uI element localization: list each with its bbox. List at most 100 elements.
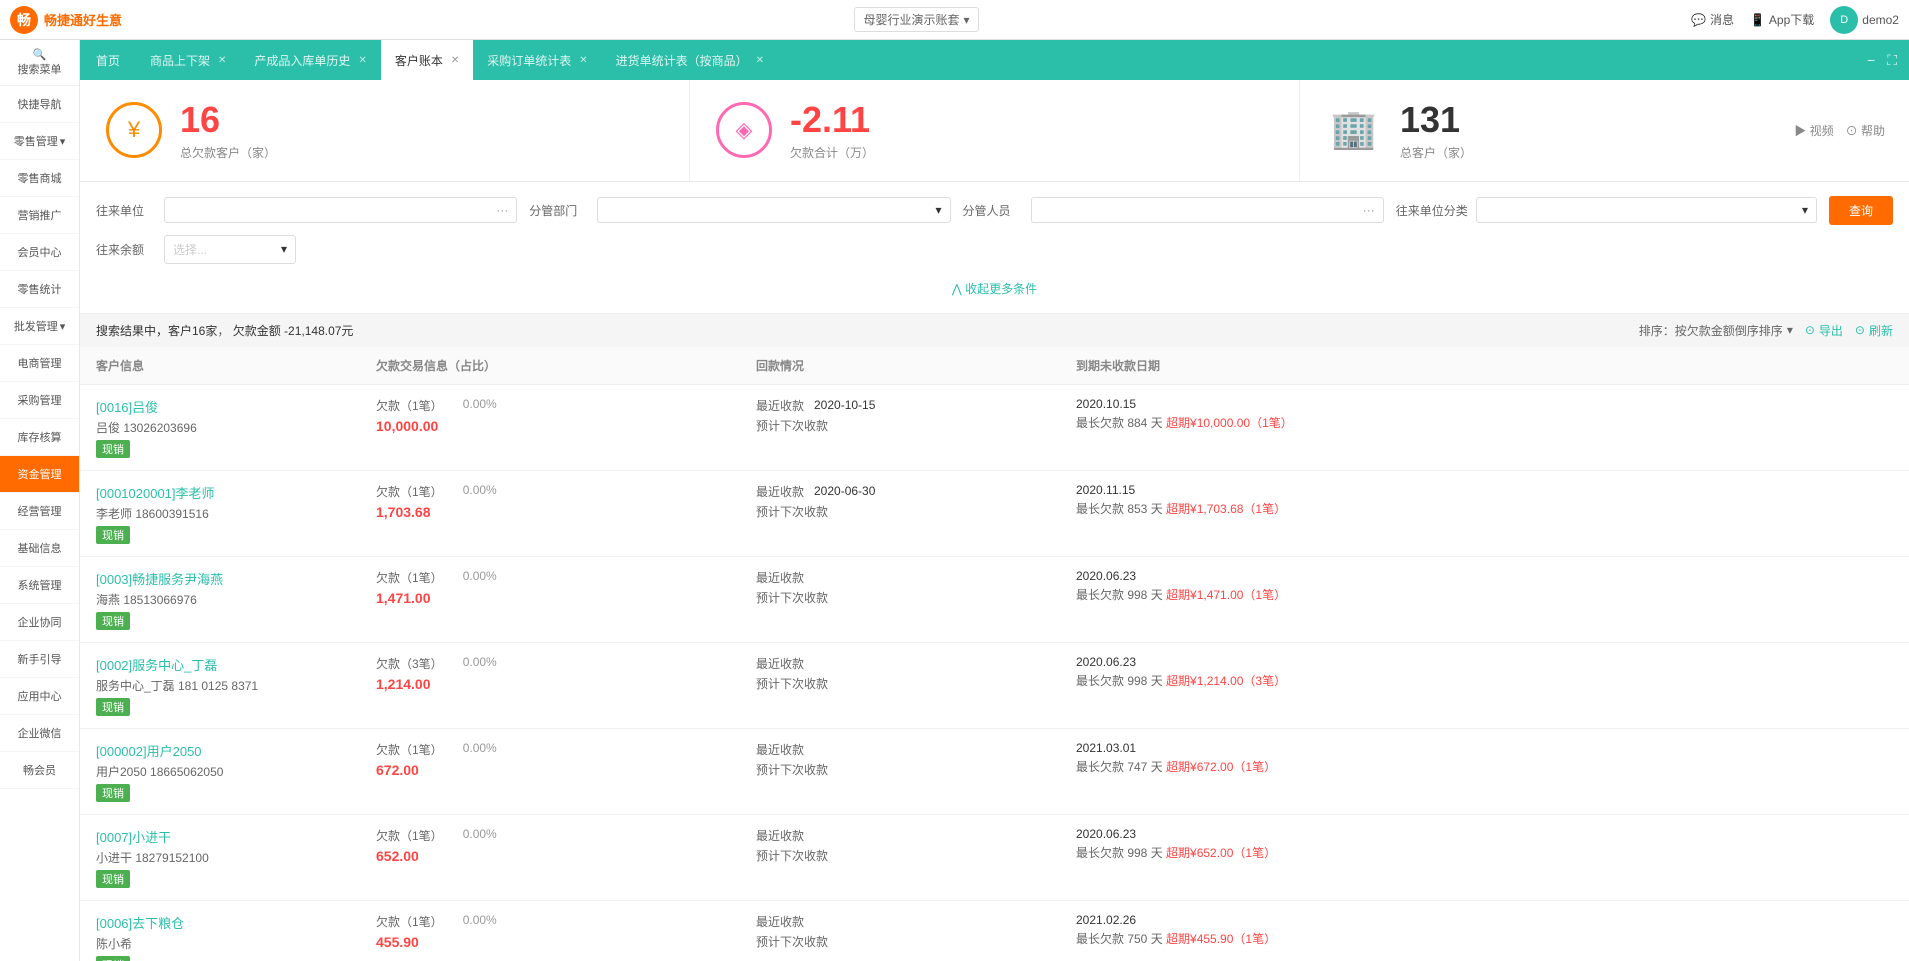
next-payment-row: 预计下次收款 xyxy=(756,675,1076,692)
tab-production-history[interactable]: 产成品入库单历史 ✕ xyxy=(240,40,380,80)
last-payment-row: 最近收款 xyxy=(756,913,1076,930)
return-info: 最近收款 预计下次收款 xyxy=(756,827,1076,867)
debt-info: 欠款（3笔） 1,214.00 0.00% xyxy=(376,655,756,694)
customer-name[interactable]: [0003]畅捷服务尹海燕 xyxy=(96,569,376,588)
overdue-amount[interactable]: 超期¥672.00（1笔） xyxy=(1166,760,1276,774)
tab-purchase-order[interactable]: 采购订单统计表 ✕ xyxy=(473,40,601,80)
stat-info-1: 16 总欠款客户（家） xyxy=(180,100,276,161)
sidebar-item-retail-stat[interactable]: 零售统计 xyxy=(0,271,79,308)
amount-info: 欠款金额 -21,148.07元 xyxy=(233,324,354,338)
sort-select[interactable]: 排序：按欠款金额倒序排序 ▾ xyxy=(1639,322,1793,339)
table-row: [0003]畅捷服务尹海燕 海燕 18513066976 现销 欠款（1笔） 1… xyxy=(80,557,1909,643)
return-info: 最近收款 预计下次收款 xyxy=(756,655,1076,695)
sidebar-item-inventory[interactable]: 库存核算 xyxy=(0,419,79,456)
sidebar-item-wechat[interactable]: 企业微信 xyxy=(0,715,79,752)
tab-customer-account[interactable]: 客户账本 ✕ xyxy=(381,40,473,80)
overdue-amount[interactable]: 超期¥10,000.00（1笔） xyxy=(1166,416,1293,430)
customer-name[interactable]: [0002]服务中心_丁磊 xyxy=(96,655,376,674)
customer-phone: 小进干 18279152100 xyxy=(96,849,376,866)
chevron-down-icon: ▾ xyxy=(1787,323,1793,337)
overdue-amount[interactable]: 超期¥652.00（1笔） xyxy=(1166,846,1276,860)
debt-info: 欠款（1笔） 652.00 0.00% xyxy=(376,827,756,866)
tab-close-icon[interactable]: ✕ xyxy=(358,55,366,66)
sidebar-item-retail-shop[interactable]: 零售商城 xyxy=(0,160,79,197)
filter-row-1: 往来单位 ··· 分管部门 ▾ xyxy=(96,196,1893,225)
overdue-date: 2020.11.15 xyxy=(1076,483,1893,497)
overdue-days: 最长欠款 853 天 超期¥1,703.68（1笔） xyxy=(1076,500,1893,517)
sidebar-item-retail-mgmt[interactable]: 零售管理 ▾ xyxy=(0,123,79,160)
sidebar-item-enterprise[interactable]: 企业协同 xyxy=(0,604,79,641)
company-selector[interactable]: 母婴行业演示账套 ▾ xyxy=(854,7,978,32)
company-name: 母婴行业演示账套 xyxy=(863,11,959,28)
user-area[interactable]: D demo2 xyxy=(1830,6,1899,34)
sidebar-item-finance[interactable]: 资金管理 xyxy=(0,456,79,493)
source-unit-input[interactable]: ··· xyxy=(164,197,517,223)
overdue-days: 最长欠款 750 天 超期¥455.90（1笔） xyxy=(1076,930,1893,947)
debt-detail: 欠款（1笔） 1,703.68 xyxy=(376,483,443,522)
app-download-btn[interactable]: 📱 App下载 xyxy=(1750,11,1814,28)
sidebar-item-batch-mgmt[interactable]: 批发管理 ▾ xyxy=(0,308,79,345)
customer-name[interactable]: [0006]去下粮仓 xyxy=(96,913,376,932)
sidebar-item-purchase[interactable]: 采购管理 xyxy=(0,382,79,419)
person-label: 分管人员 xyxy=(963,202,1023,219)
message-btn[interactable]: 💬 消息 xyxy=(1691,11,1734,28)
debt-amount: 1,471.00 xyxy=(376,590,443,606)
stat-top-actions: ▶ 视频 ⊙ 帮助 xyxy=(1794,122,1885,139)
tab-minimize-icon[interactable]: − xyxy=(1863,48,1879,72)
tab-close-icon[interactable]: ✕ xyxy=(218,55,226,66)
tab-import-stat[interactable]: 进货单统计表（按商品） ✕ xyxy=(602,40,778,80)
chevron-down-icon: ▾ xyxy=(60,320,66,333)
sidebar-item-app-center[interactable]: 应用中心 xyxy=(0,678,79,715)
customer-name[interactable]: [0007]小进干 xyxy=(96,827,376,846)
overdue-amount[interactable]: 超期¥1,471.00（1笔） xyxy=(1166,588,1286,602)
export-btn[interactable]: ⊙ 导出 xyxy=(1805,322,1843,339)
app-icon: 📱 xyxy=(1750,13,1765,27)
sidebar-item-operations[interactable]: 经营管理 xyxy=(0,493,79,530)
query-button[interactable]: 查询 xyxy=(1829,196,1893,225)
table-row: [000002]用户2050 用户2050 18665062050 现销 欠款（… xyxy=(80,729,1909,815)
tab-maximize-icon[interactable]: ⛶ xyxy=(1883,48,1901,73)
tab-product-shelf[interactable]: 商品上下架 ✕ xyxy=(136,40,240,80)
sidebar-item-member-vip[interactable]: 畅会员 xyxy=(0,752,79,789)
unit-category-select[interactable]: ▾ xyxy=(1476,197,1817,223)
data-table: 客户信息 欠款交易信息（占比） 回款情况 到期未收款日期 [0016]吕俊 吕俊… xyxy=(80,347,1909,961)
customer-name[interactable]: [0016]吕俊 xyxy=(96,397,376,416)
balance-select[interactable]: 选择... ▾ xyxy=(164,235,296,264)
chevron-down-icon: ▾ xyxy=(935,203,941,217)
view-btn[interactable]: ▶ 视频 xyxy=(1794,122,1833,139)
sidebar-item-basic-info[interactable]: 基础信息 xyxy=(0,530,79,567)
sidebar-item-system[interactable]: 系统管理 xyxy=(0,567,79,604)
tab-close-icon[interactable]: ✕ xyxy=(579,55,587,66)
person-input[interactable]: ··· xyxy=(1031,197,1384,223)
customer-name[interactable]: [0001020001]李老师 xyxy=(96,483,376,502)
filter-balance: 往来余额 选择... ▾ xyxy=(96,235,296,264)
sidebar-item-guide[interactable]: 新手引导 xyxy=(0,641,79,678)
unit-category-label: 往来单位分类 xyxy=(1396,202,1468,219)
tab-home[interactable]: 首页 xyxy=(80,40,136,80)
overdue-amount[interactable]: 超期¥455.90（1笔） xyxy=(1166,932,1276,946)
overdue-days: 最长欠款 998 天 超期¥652.00（1笔） xyxy=(1076,844,1893,861)
dept-select[interactable]: ▾ xyxy=(597,197,950,223)
sidebar-item-ecommerce[interactable]: 电商管理 xyxy=(0,345,79,382)
customer-name[interactable]: [000002]用户2050 xyxy=(96,741,376,760)
app-container: 畅 畅捷通好生意 母婴行业演示账套 ▾ 💬 消息 📱 App下载 D demo2 xyxy=(0,0,1909,961)
next-payment-row: 预计下次收款 xyxy=(756,761,1076,778)
chevron-down-icon: ▾ xyxy=(1802,203,1808,217)
debt-info: 欠款（1笔） 672.00 0.00% xyxy=(376,741,756,780)
last-payment-label: 最近收款 xyxy=(756,655,806,672)
next-payment-row: 预计下次收款 xyxy=(756,589,1076,606)
overdue-amount[interactable]: 超期¥1,214.00（3笔） xyxy=(1166,674,1286,688)
sidebar-item-member[interactable]: 会员中心 xyxy=(0,234,79,271)
refresh-btn[interactable]: ⊙ 刷新 xyxy=(1855,322,1893,339)
overdue-amount[interactable]: 超期¥1,703.68（1笔） xyxy=(1166,502,1286,516)
tab-close-icon[interactable]: ✕ xyxy=(756,55,764,66)
sidebar-item-label: 采购管理 xyxy=(18,395,62,407)
tab-close-icon[interactable]: ✕ xyxy=(451,55,459,66)
sidebar-item-marketing[interactable]: 营销推广 xyxy=(0,197,79,234)
sidebar-item-label: 零售商城 xyxy=(18,173,62,185)
search-menu-btn[interactable]: 🔍 搜索菜单 xyxy=(0,40,79,86)
help-btn[interactable]: ⊙ 帮助 xyxy=(1846,122,1885,139)
sidebar-item-quick-nav[interactable]: 快捷导航 xyxy=(0,86,79,123)
last-payment-label: 最近收款 xyxy=(756,483,806,500)
collapse-row[interactable]: ⋀ 收起更多条件 xyxy=(96,274,1893,303)
